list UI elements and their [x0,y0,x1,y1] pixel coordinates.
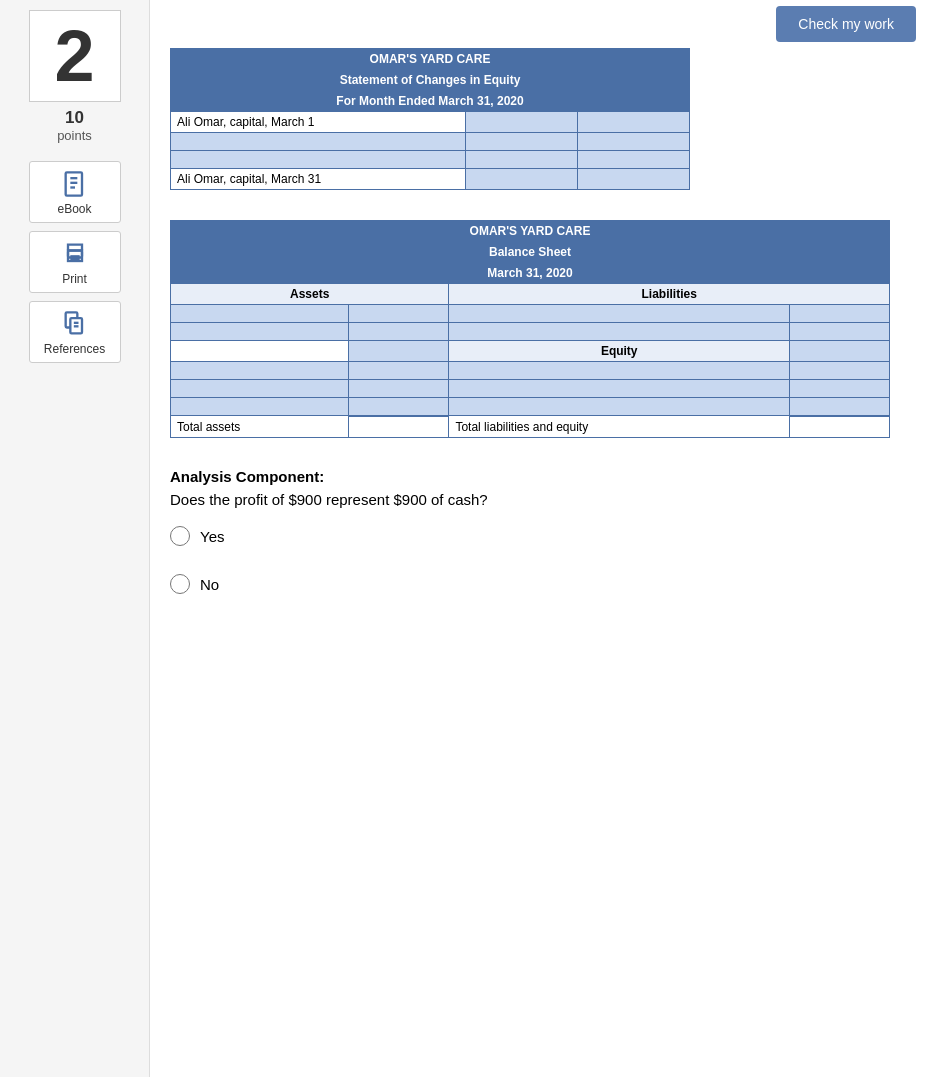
bs-a-amount2 [349,323,449,341]
bs-a-amount3 [349,341,449,362]
radio-option-no[interactable]: No [170,574,916,594]
stmt-empty-total2 [578,151,690,169]
stmt-title1: OMAR'S YARD CARE [171,49,690,70]
bs-a-label3 [171,341,349,362]
radio-no-label: No [200,576,219,593]
bs-a-amount4 [349,362,449,380]
bs-title2: Balance Sheet [171,242,890,263]
bs-eq-amount2 [790,362,890,380]
bs-l-label1 [449,305,790,323]
bs-a-label2 [171,323,349,341]
bs-title1: OMAR'S YARD CARE [171,221,890,242]
stmt-row1-total [578,112,690,133]
analysis-title: Analysis Component: [170,468,916,485]
bs-equity-header: Equity [449,341,790,362]
references-icon [61,310,89,338]
stmt-empty-label1 [171,133,466,151]
stmt-row1-label: Ali Omar, capital, March 1 [171,112,466,133]
top-bar: Check my work [170,0,916,38]
print-button[interactable]: Print [29,231,121,293]
bs-eq-amount1 [790,341,890,362]
svg-rect-6 [68,251,82,258]
print-icon [61,240,89,268]
bs-total-liabilities-equity-amount [790,416,890,438]
question-number-box: 2 [29,10,121,102]
references-button[interactable]: References [29,301,121,363]
question-number: 2 [54,20,94,92]
bs-a-amount5 [349,380,449,398]
bs-l-amount1 [790,305,890,323]
bs-eq-label4 [449,398,790,416]
analysis-component-label: Analysis Component: [170,468,324,485]
stmt-title3: For Month Ended March 31, 2020 [171,91,690,112]
stmt-empty-amount2 [466,151,578,169]
bs-a-label4 [171,362,349,380]
radio-yes-label: Yes [200,528,224,545]
references-label: References [44,342,105,356]
ebook-icon [61,170,89,198]
bs-l-label2 [449,323,790,341]
stmt-rowlast-total [578,169,690,190]
bs-title3: March 31, 2020 [171,263,890,284]
bs-total-assets-label: Total assets [171,416,349,438]
stmt-empty-total1 [578,133,690,151]
balance-sheet-table: OMAR'S YARD CARE Balance Sheet March 31,… [170,220,890,438]
stmt-title2: Statement of Changes in Equity [171,70,690,91]
balance-sheet-wrap: OMAR'S YARD CARE Balance Sheet March 31,… [170,220,890,438]
bs-a-amount1 [349,305,449,323]
bs-a-amount6 [349,398,449,416]
stmt-empty-label2 [171,151,466,169]
bs-eq-amount3 [790,380,890,398]
bs-total-liabilities-equity-label: Total liabilities and equity [449,416,790,438]
stmt-row1-amount [466,112,578,133]
bs-assets-header: Assets [171,284,449,305]
stmt-empty-amount1 [466,133,578,151]
points-value: 10 [65,108,84,128]
bs-l-amount2 [790,323,890,341]
ebook-label: eBook [57,202,91,216]
analysis-section: Analysis Component: Does the profit of $… [170,468,916,594]
points-label: points [57,128,92,143]
bs-total-assets-amount [349,416,449,438]
radio-option-yes[interactable]: Yes [170,526,916,546]
bs-a-label5 [171,380,349,398]
main-content: Check my work OMAR'S YARD CARE Statement… [150,0,936,1077]
analysis-question: Does the profit of $900 represent $900 o… [170,491,916,508]
statement-of-changes-table: OMAR'S YARD CARE Statement of Changes in… [170,48,690,190]
bs-a-label1 [171,305,349,323]
radio-no[interactable] [170,574,190,594]
check-my-work-button[interactable]: Check my work [776,6,916,42]
bs-liabilities-header: Liabilities [449,284,890,305]
print-label: Print [62,272,87,286]
bs-eq-label2 [449,362,790,380]
stmt-rowlast-amount [466,169,578,190]
bs-eq-label3 [449,380,790,398]
stmt-rowlast-label: Ali Omar, capital, March 31 [171,169,466,190]
bs-a-label6 [171,398,349,416]
sidebar: 2 10 points eBook Print References [0,0,150,1077]
radio-yes[interactable] [170,526,190,546]
ebook-button[interactable]: eBook [29,161,121,223]
bs-eq-amount4 [790,398,890,416]
points-row: 10 points [57,108,92,143]
